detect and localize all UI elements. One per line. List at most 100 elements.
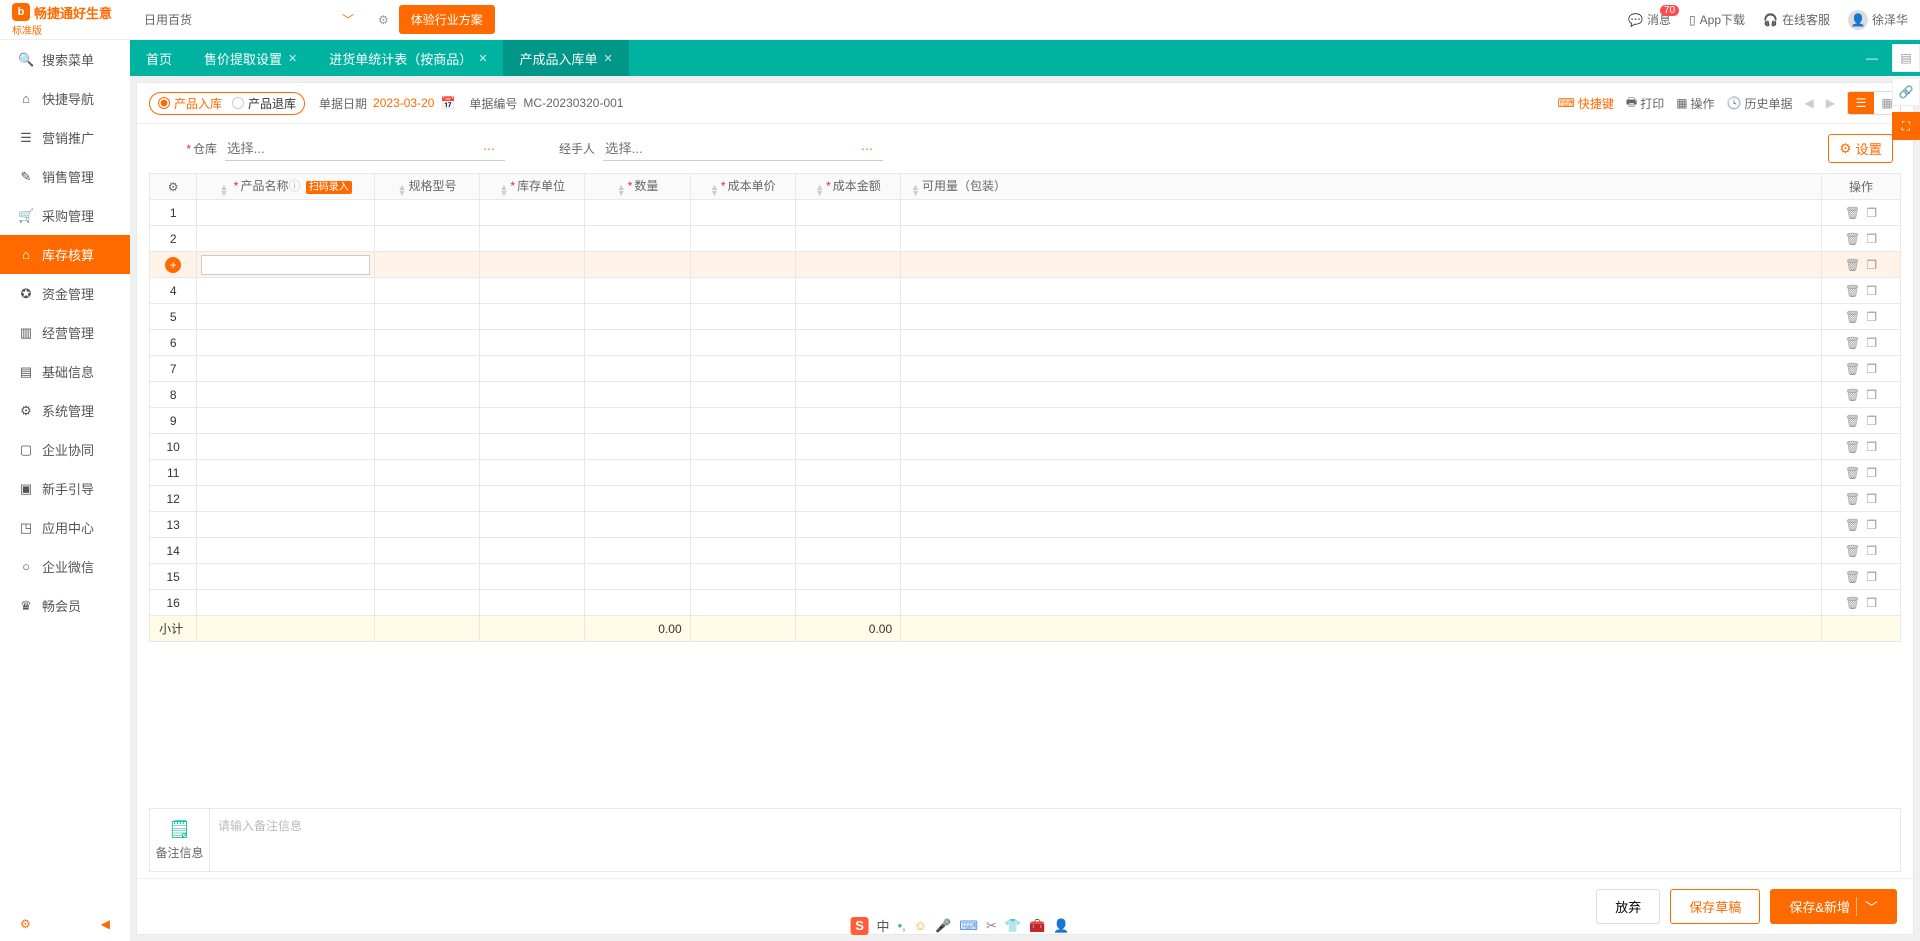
delete-icon[interactable]: 🗑	[1845, 258, 1860, 272]
cell-product-name[interactable]	[197, 304, 375, 330]
table-row[interactable]: 15🗑❐	[150, 564, 1901, 590]
cell-amount[interactable]	[795, 356, 900, 382]
cell-spec[interactable]	[374, 538, 479, 564]
handler-input[interactable]	[603, 137, 883, 161]
online-service-link[interactable]: 🎧 在线客服	[1763, 11, 1830, 28]
col-unit[interactable]: ▲▼*库存单位	[480, 174, 585, 200]
hotkey-link[interactable]: ⌨快捷键	[1558, 95, 1614, 112]
tab-首页[interactable]: 首页	[130, 40, 188, 76]
cell-qty[interactable]	[585, 434, 690, 460]
copy-icon[interactable]: ❐	[1866, 492, 1877, 506]
cell-qty[interactable]	[585, 252, 690, 278]
warehouse-more-icon[interactable]: ⋯	[483, 142, 495, 156]
table-row[interactable]: 7🗑❐	[150, 356, 1901, 382]
cell-unit[interactable]	[480, 486, 585, 512]
delete-icon[interactable]: 🗑	[1845, 388, 1860, 402]
cell-unit[interactable]	[480, 538, 585, 564]
rail-item-2[interactable]: 🔗	[1892, 78, 1920, 106]
cell-product-name[interactable]	[197, 252, 375, 278]
cell-product-name[interactable]	[197, 226, 375, 252]
save-draft-button[interactable]: 保存草稿	[1670, 889, 1760, 924]
col-amount[interactable]: ▲▼*成本金额	[795, 174, 900, 200]
cell-unit[interactable]	[480, 382, 585, 408]
cell-amount[interactable]	[795, 226, 900, 252]
tab-minimize[interactable]: —	[1856, 51, 1888, 65]
copy-icon[interactable]: ❐	[1866, 284, 1877, 298]
tab-进货单统计表（按商品）[interactable]: 进货单统计表（按商品）✕	[313, 40, 503, 76]
table-row[interactable]: 8🗑❐	[150, 382, 1901, 408]
cell-unit[interactable]	[480, 304, 585, 330]
cell-qty[interactable]	[585, 278, 690, 304]
copy-icon[interactable]: ❐	[1866, 466, 1877, 480]
delete-icon[interactable]: 🗑	[1845, 232, 1860, 246]
cell-price[interactable]	[690, 356, 795, 382]
cell-qty[interactable]	[585, 538, 690, 564]
delete-icon[interactable]: 🗑	[1845, 492, 1860, 506]
cell-spec[interactable]	[374, 408, 479, 434]
col-gear[interactable]: ⚙	[150, 174, 197, 200]
sidebar-item-funds[interactable]: ✪资金管理	[0, 274, 130, 313]
cell-qty[interactable]	[585, 460, 690, 486]
prev-doc-icon[interactable]: ◀	[1805, 96, 1814, 110]
cell-avail[interactable]	[901, 408, 1822, 434]
cell-unit[interactable]	[480, 460, 585, 486]
sidebar-item-marketing[interactable]: ☰营销推广	[0, 118, 130, 157]
print-link[interactable]: 🖶打印	[1626, 93, 1664, 114]
cell-avail[interactable]	[901, 226, 1822, 252]
table-row[interactable]: 1🗑❐	[150, 200, 1901, 226]
cell-unit[interactable]	[480, 252, 585, 278]
delete-icon[interactable]: 🗑	[1845, 206, 1860, 220]
table-row[interactable]: 2🗑❐	[150, 226, 1901, 252]
radio-product-in[interactable]: 产品入库	[158, 95, 222, 112]
cell-amount[interactable]	[795, 486, 900, 512]
cell-avail[interactable]	[901, 434, 1822, 460]
cell-price[interactable]	[690, 486, 795, 512]
sidebar-item-search-menu[interactable]: 🔍搜索菜单	[0, 40, 130, 79]
sidebar-item-business[interactable]: ▥经营管理	[0, 313, 130, 352]
cell-amount[interactable]	[795, 564, 900, 590]
cell-price[interactable]	[690, 538, 795, 564]
cell-spec[interactable]	[374, 304, 479, 330]
save-new-button[interactable]: 保存&新增 ﹀	[1770, 889, 1897, 924]
cell-spec[interactable]	[374, 252, 479, 278]
cell-amount[interactable]	[795, 304, 900, 330]
collapse-icon[interactable]: ◀	[101, 917, 110, 931]
copy-icon[interactable]: ❐	[1866, 336, 1877, 350]
sidebar-item-quick-nav[interactable]: ⌂快捷导航	[0, 79, 130, 118]
cell-amount[interactable]	[795, 512, 900, 538]
col-avail[interactable]: ▲▼可用量（包装）	[901, 174, 1822, 200]
delete-icon[interactable]: 🗑	[1845, 440, 1860, 454]
cell-avail[interactable]	[901, 304, 1822, 330]
rail-item-1[interactable]: ▤	[1892, 44, 1920, 72]
cell-product-name[interactable]	[197, 512, 375, 538]
delete-icon[interactable]: 🗑	[1845, 596, 1860, 610]
cell-spec[interactable]	[374, 226, 479, 252]
delete-icon[interactable]: 🗑	[1845, 310, 1860, 324]
cell-qty[interactable]	[585, 226, 690, 252]
sidebar-item-vip[interactable]: ♛畅会员	[0, 586, 130, 625]
cell-unit[interactable]	[480, 590, 585, 616]
sidebar-item-inventory[interactable]: ⌂库存核算	[0, 235, 130, 274]
cell-price[interactable]	[690, 590, 795, 616]
cell-avail[interactable]	[901, 252, 1822, 278]
sidebar-item-collab[interactable]: ▢企业协同	[0, 430, 130, 469]
sidebar-item-apps[interactable]: ◳应用中心	[0, 508, 130, 547]
copy-icon[interactable]: ❐	[1866, 414, 1877, 428]
radio-product-out[interactable]: 产品退库	[232, 95, 296, 112]
sidebar-item-purchase[interactable]: 🛒采购管理	[0, 196, 130, 235]
cell-avail[interactable]	[901, 330, 1822, 356]
operate-link[interactable]: ▦操作	[1676, 95, 1714, 112]
cell-product-name[interactable]	[197, 434, 375, 460]
cell-spec[interactable]	[374, 434, 479, 460]
cell-avail[interactable]	[901, 590, 1822, 616]
ime-skin-icon[interactable]: 👕	[1005, 918, 1021, 934]
cell-qty[interactable]	[585, 486, 690, 512]
warehouse-input[interactable]	[225, 137, 505, 161]
cell-spec[interactable]	[374, 564, 479, 590]
cell-avail[interactable]	[901, 278, 1822, 304]
table-row[interactable]: 12🗑❐	[150, 486, 1901, 512]
cell-spec[interactable]	[374, 200, 479, 226]
cell-amount[interactable]	[795, 252, 900, 278]
messages-link[interactable]: 💬 消息 70	[1628, 11, 1671, 28]
ime-emoji-icon[interactable]: ☺	[914, 918, 927, 933]
